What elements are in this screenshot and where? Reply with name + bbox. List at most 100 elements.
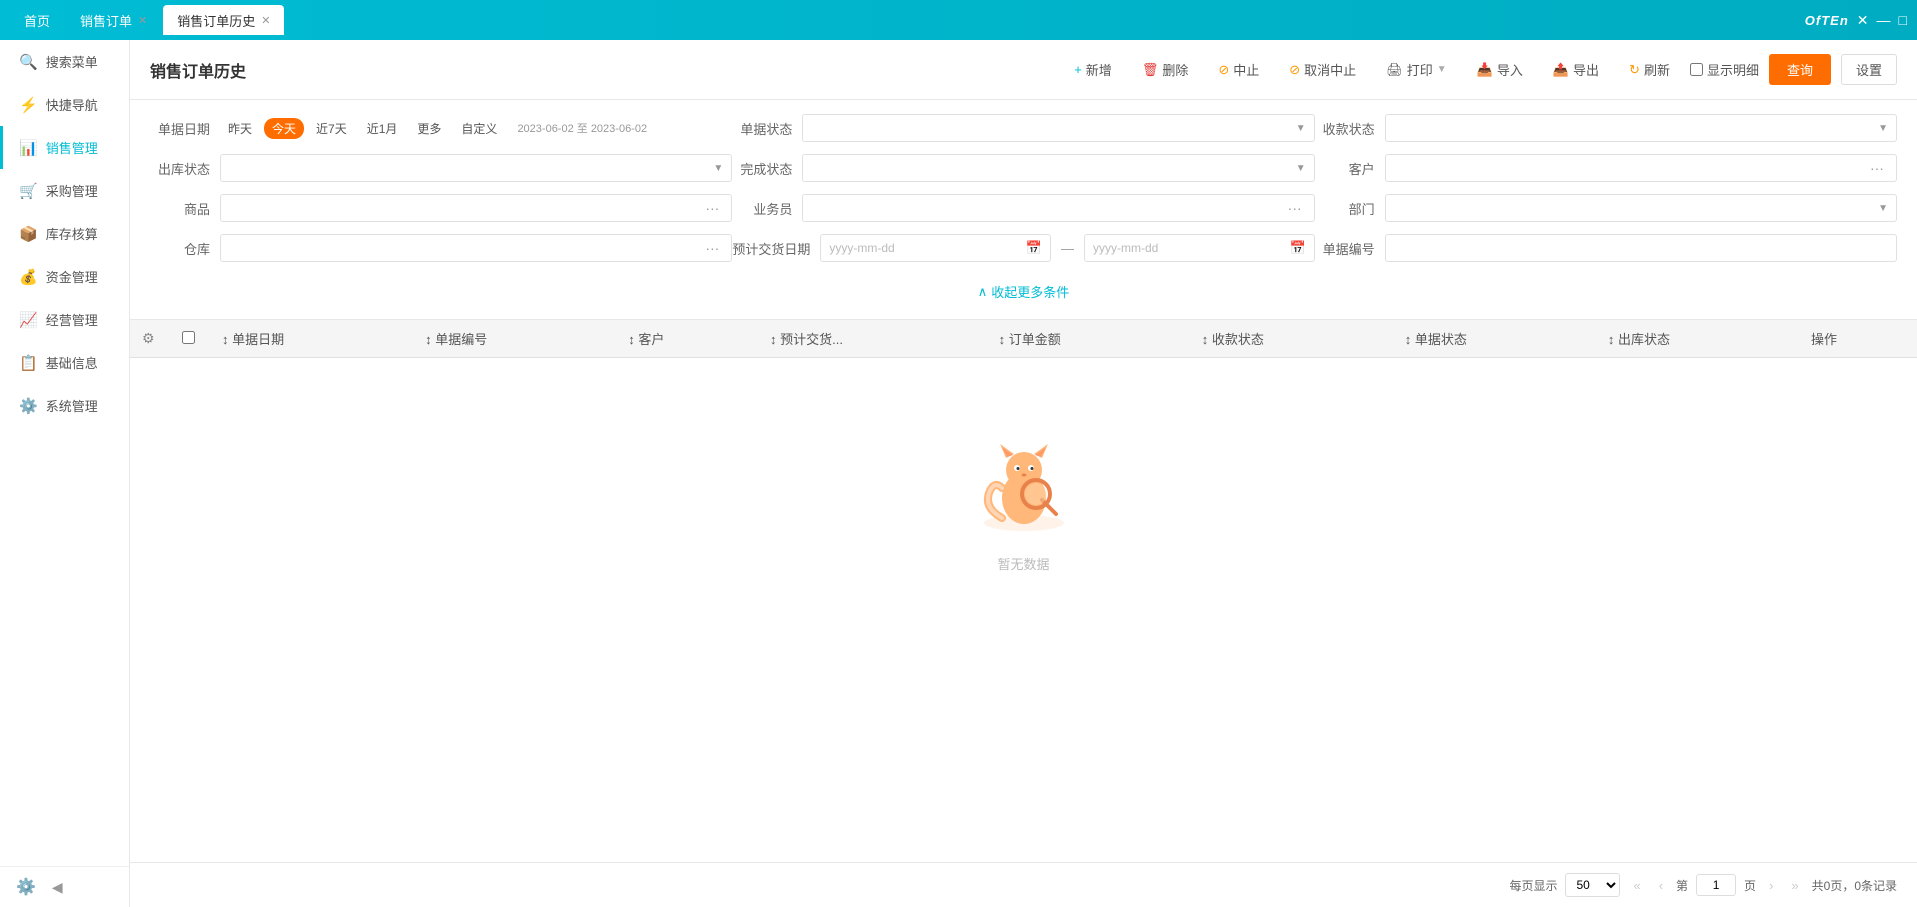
refresh-label: 刷新 <box>1644 60 1670 79</box>
tab-sales-order-history-close[interactable]: ✕ <box>261 14 270 27</box>
filter-department: 部门 ▼ <box>1315 194 1897 222</box>
bill-status-control[interactable]: ▼ <box>802 114 1314 142</box>
date-chip-custom[interactable]: 自定义 <box>453 118 505 139</box>
refresh-icon: ↻ <box>1629 62 1640 78</box>
sidebar-item-sales-mgmt[interactable]: 📊 销售管理 <box>0 126 129 169</box>
date-chip-7days[interactable]: 近7天 <box>308 118 355 139</box>
delivery-date-start[interactable]: yyyy-mm-dd 📅 <box>820 234 1051 262</box>
next-page-btn[interactable]: › <box>1764 876 1778 895</box>
cancel-stop-button[interactable]: ⊘ 取消中止 <box>1279 55 1366 84</box>
stop-button[interactable]: ⊘ 中止 <box>1208 55 1269 84</box>
table-settings-gear[interactable]: ⚙ <box>142 330 155 346</box>
th-out[interactable]: ↕ 出库状态 <box>1596 320 1799 358</box>
th-payment[interactable]: ↕ 收款状态 <box>1190 320 1393 358</box>
date-filter-control: 昨天 今天 近7天 近1月 更多 自定义 2023-06-02 至 2023-0… <box>220 118 732 139</box>
tab-home[interactable]: 首页 <box>10 5 64 35</box>
sidebar-item-sys-mgmt[interactable]: ⚙️ 系统管理 <box>0 384 129 427</box>
first-page-btn[interactable]: « <box>1628 876 1645 895</box>
th-delivery[interactable]: ↕ 预计交货... <box>758 320 987 358</box>
sidebar-item-finance[interactable]: 💰 资金管理 <box>0 255 129 298</box>
salesperson-ellipsis-btn[interactable]: ··· <box>1284 200 1306 216</box>
th-bill[interactable]: ↕ 单据状态 <box>1393 320 1596 358</box>
settings-button[interactable]: 设置 <box>1841 54 1897 85</box>
customer-ellipsis-btn[interactable]: ··· <box>1866 160 1888 176</box>
filter-warehouse: 仓库 ··· <box>150 234 732 262</box>
payment-status-control[interactable]: ▼ <box>1385 114 1897 142</box>
tab-sales-order[interactable]: 销售订单 ✕ <box>66 5 161 35</box>
total-info: 共0页，0条记录 <box>1812 877 1897 894</box>
add-label: 新增 <box>1086 60 1112 79</box>
per-page-select[interactable]: 50 10 20 100 <box>1565 873 1620 897</box>
page-number-input[interactable] <box>1696 874 1736 896</box>
print-label: 打印 <box>1407 60 1433 79</box>
department-arrow: ▼ <box>1878 203 1888 214</box>
payment-status-label: 收款状态 <box>1315 119 1385 138</box>
prev-page-btn[interactable]: ‹ <box>1654 876 1668 895</box>
sidebar-item-inventory[interactable]: 📦 库存核算 <box>0 212 129 255</box>
sidebar-item-operations[interactable]: 📈 经营管理 <box>0 298 129 341</box>
tab-sales-order-close[interactable]: ✕ <box>138 14 147 27</box>
finance-icon: 💰 <box>19 268 38 286</box>
print-button[interactable]: 🖨 打印 ▼ <box>1376 55 1456 84</box>
sidebar-item-base-info[interactable]: 📋 基础信息 <box>0 341 129 384</box>
empty-illustration <box>964 438 1084 538</box>
delete-label: 删除 <box>1162 60 1188 79</box>
export-icon: 📤 <box>1553 62 1569 78</box>
department-control[interactable]: ▼ <box>1385 194 1897 222</box>
bill-number-control[interactable] <box>1385 234 1897 262</box>
warehouse-ellipsis-btn[interactable]: ··· <box>701 240 723 256</box>
sidebar-bottom: ⚙️ ◀ <box>0 866 129 907</box>
th-payment-sort-icon: ↕ <box>1202 332 1212 347</box>
sidebar-settings-icon[interactable]: ⚙️ <box>16 877 36 897</box>
sidebar: 🔍 搜索菜单 ⚡ 快捷导航 📊 销售管理 🛒 采购管理 📦 库存核算 💰 资金管… <box>0 40 130 907</box>
salesperson-control[interactable]: ··· <box>802 194 1314 222</box>
delete-button[interactable]: 🗑 删除 <box>1132 55 1199 84</box>
topbar-close-btn[interactable]: ✕ <box>1857 12 1869 29</box>
warehouse-control[interactable]: ··· <box>220 234 732 262</box>
date-chip-yesterday[interactable]: 昨天 <box>220 118 260 139</box>
topbar-maximize-btn[interactable]: □ <box>1899 12 1907 28</box>
filter-bill-date: 单据日期 昨天 今天 近7天 近1月 更多 自定义 2023-06-02 至 2… <box>150 118 732 139</box>
date-chip-today[interactable]: 今天 <box>264 118 304 139</box>
calendar-icon-start: 📅 <box>1026 240 1042 256</box>
sidebar-collapse-icon[interactable]: ◀ <box>52 879 63 896</box>
out-status-control[interactable]: ▼ <box>220 154 732 182</box>
th-date[interactable]: ↕ 单据日期 <box>210 320 413 358</box>
show-detail-input[interactable] <box>1690 63 1703 76</box>
topbar-minimize-btn[interactable]: — <box>1877 12 1891 28</box>
pagination-bar: 每页显示 50 10 20 100 « ‹ 第 页 › » 共0页，0条记录 <box>130 862 1917 907</box>
delivery-date-label: 预计交货日期 <box>732 239 820 258</box>
sidebar-item-sales-mgmt-label: 销售管理 <box>46 138 98 157</box>
refresh-button[interactable]: ↻ 刷新 <box>1619 55 1680 84</box>
filter-area: 单据日期 昨天 今天 近7天 近1月 更多 自定义 2023-06-02 至 2… <box>130 100 1917 320</box>
empty-state-cell: 暂无数据 <box>130 358 1917 654</box>
delivery-date-end[interactable]: yyyy-mm-dd 📅 <box>1084 234 1315 262</box>
page-title-row: 销售订单历史 + 新增 🗑 删除 ⊘ 中止 ⊘ <box>150 54 1897 85</box>
import-label: 导入 <box>1497 60 1523 79</box>
export-button[interactable]: 📤 导出 <box>1543 55 1609 84</box>
tab-sales-order-history[interactable]: 销售订单历史 ✕ <box>163 5 284 35</box>
collapse-btn[interactable]: ∧ 收起更多条件 <box>978 278 1070 305</box>
goods-ellipsis-btn[interactable]: ··· <box>701 200 723 216</box>
complete-status-control[interactable]: ▼ <box>802 154 1314 182</box>
query-button[interactable]: 查询 <box>1769 54 1831 85</box>
last-page-btn[interactable]: » <box>1786 876 1803 895</box>
date-chip-more[interactable]: 更多 <box>409 118 449 139</box>
select-all-checkbox[interactable] <box>182 331 195 344</box>
import-button[interactable]: 📥 导入 <box>1467 55 1533 84</box>
filter-row-1: 单据日期 昨天 今天 近7天 近1月 更多 自定义 2023-06-02 至 2… <box>150 114 1897 142</box>
th-number[interactable]: ↕ 单据编号 <box>413 320 616 358</box>
goods-label: 商品 <box>150 199 220 218</box>
sidebar-item-purchase-mgmt[interactable]: 🛒 采购管理 <box>0 169 129 212</box>
date-chip-1month[interactable]: 近1月 <box>359 118 406 139</box>
th-customer[interactable]: ↕ 客户 <box>616 320 758 358</box>
sidebar-item-search-menu[interactable]: 🔍 搜索菜单 <box>0 40 129 83</box>
filter-row-2: 出库状态 ▼ 完成状态 ▼ 客户 <box>150 154 1897 182</box>
show-detail-checkbox[interactable]: 显示明细 <box>1690 60 1759 79</box>
goods-control[interactable]: ··· <box>220 194 732 222</box>
customer-control[interactable]: ··· <box>1385 154 1897 182</box>
sidebar-item-quick-nav[interactable]: ⚡ 快捷导航 <box>0 83 129 126</box>
th-amount[interactable]: ↕ 订单金额 <box>987 320 1190 358</box>
per-page-label: 每页显示 <box>1509 877 1557 894</box>
add-button[interactable]: + 新增 <box>1064 55 1122 84</box>
